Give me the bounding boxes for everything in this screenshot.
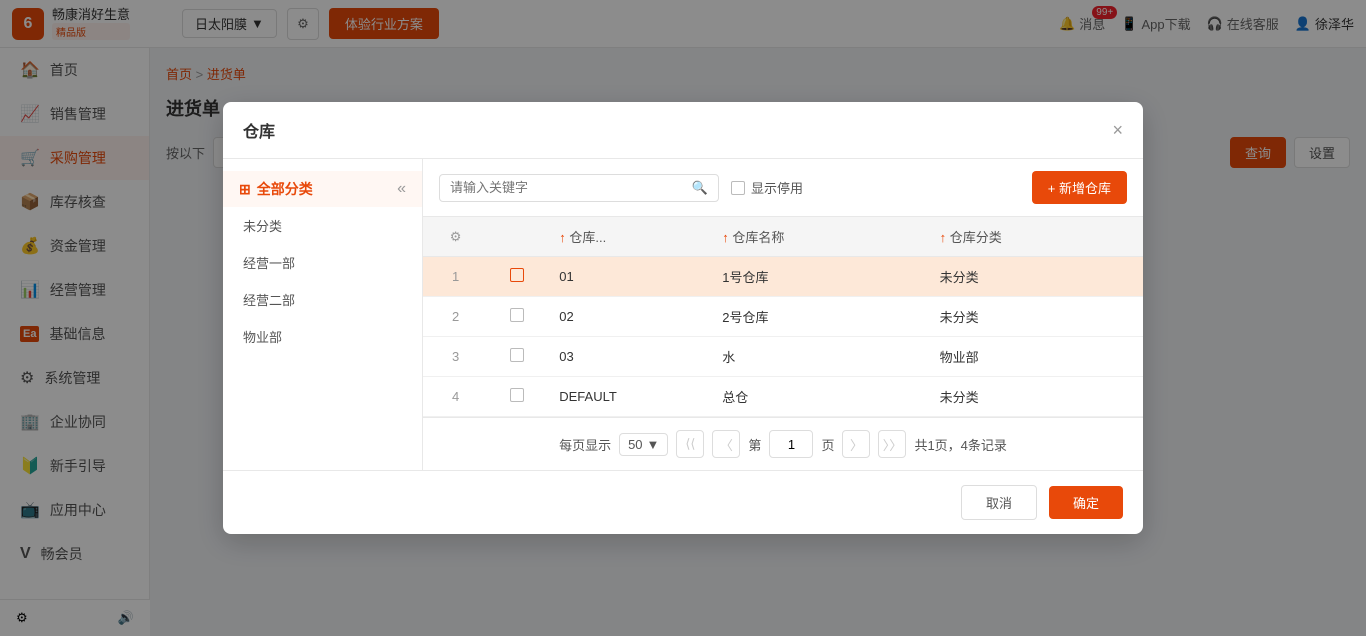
row-checkbox[interactable] [488,377,545,417]
row-seq: 3 [423,337,488,377]
per-page-select[interactable]: 50 ▼ [619,433,668,456]
row-name: 2号仓库 [708,297,925,337]
page-label: 第 [748,435,761,454]
category-all-label[interactable]: ⊞ 全部分类 [239,179,313,199]
grid-icon: ⊞ [239,181,251,198]
row-code: 02 [545,297,708,337]
table-row[interactable]: 3 03 水 物业部 [423,337,1143,377]
category-item-property[interactable]: 物业部 [223,318,422,355]
row-seq: 1 [423,257,488,297]
col-header-gear[interactable]: ⚙ [423,217,488,257]
row-name: 1号仓库 [708,257,925,297]
row-category: 未分类 [926,377,1143,417]
category-item-unclassified[interactable]: 未分类 [223,207,422,244]
sort-icon3: ↑ [940,230,947,245]
row-category: 未分类 [926,297,1143,337]
sort-icon2: ↑ [722,230,729,245]
modal-header: 仓库 × [223,102,1143,159]
row-checkbox[interactable] [488,297,545,337]
modal-close-button[interactable]: × [1112,120,1123,141]
page-number-input[interactable] [769,430,813,458]
add-warehouse-button[interactable]: + 新增仓库 [1032,171,1127,204]
col-header-code: ↑ 仓库... [545,217,708,257]
col-header-checkbox [488,217,545,257]
page-suffix: 页 [821,435,834,454]
chevron-down-icon: ▼ [647,437,660,452]
row-code: DEFAULT [545,377,708,417]
table-row[interactable]: 4 DEFAULT 总仓 未分类 [423,377,1143,417]
pagination: 每页显示 50 ▼ ⟨⟨ 〈 第 页 〉 〉〉 共1页，4条记录 [423,417,1143,470]
row-checkbox[interactable] [488,257,545,297]
checkbox-icon [731,181,745,195]
warehouse-table: ⚙ ↑ 仓库... ↑ 仓库名称 [423,217,1143,417]
category-panel: ⊞ 全部分类 « 未分类 经营一部 经营二部 物业部 [223,159,423,470]
category-header: ⊞ 全部分类 « [223,171,422,207]
row-category: 未分类 [926,257,1143,297]
next-page-button[interactable]: 〉 [842,430,870,458]
row-name: 水 [708,337,925,377]
show-disabled-checkbox[interactable]: 显示停用 [731,178,803,197]
warehouse-modal: 仓库 × ⊞ 全部分类 « 未分类 经营一部 经营二部 物业部 [223,102,1143,534]
cancel-button[interactable]: 取消 [961,485,1037,520]
first-page-button[interactable]: ⟨⟨ [676,430,704,458]
col-header-name: ↑ 仓库名称 [708,217,925,257]
row-category: 物业部 [926,337,1143,377]
last-page-button[interactable]: 〉〉 [878,430,906,458]
col-header-category: ↑ 仓库分类 [926,217,1143,257]
modal-footer: 取消 确定 [223,470,1143,534]
row-seq: 4 [423,377,488,417]
table-wrap: ⚙ ↑ 仓库... ↑ 仓库名称 [423,217,1143,417]
sort-icon: ↑ [559,230,566,245]
modal-title: 仓库 [243,118,275,142]
table-row[interactable]: 2 02 2号仓库 未分类 [423,297,1143,337]
row-code: 03 [545,337,708,377]
confirm-button[interactable]: 确定 [1049,486,1123,519]
search-bar: 🔍 显示停用 + 新增仓库 [423,159,1143,217]
table-row[interactable]: 1 01 1号仓库 未分类 [423,257,1143,297]
row-checkbox[interactable] [488,337,545,377]
search-input[interactable] [450,180,686,195]
row-code: 01 [545,257,708,297]
total-info: 共1页，4条记录 [914,435,1006,454]
search-input-wrap: 🔍 [439,174,719,202]
row-name: 总仓 [708,377,925,417]
collapse-button[interactable]: « [397,180,406,198]
content-panel: 🔍 显示停用 + 新增仓库 ⚙ [423,159,1143,470]
prev-page-button[interactable]: 〈 [712,430,740,458]
modal-overlay: 仓库 × ⊞ 全部分类 « 未分类 经营一部 经营二部 物业部 [0,0,1366,636]
modal-body: ⊞ 全部分类 « 未分类 经营一部 经营二部 物业部 🔍 [223,159,1143,470]
category-item-ops1[interactable]: 经营一部 [223,244,422,281]
category-item-ops2[interactable]: 经营二部 [223,281,422,318]
search-icon[interactable]: 🔍 [692,180,708,196]
per-page-label: 每页显示 [559,435,611,454]
row-seq: 2 [423,297,488,337]
